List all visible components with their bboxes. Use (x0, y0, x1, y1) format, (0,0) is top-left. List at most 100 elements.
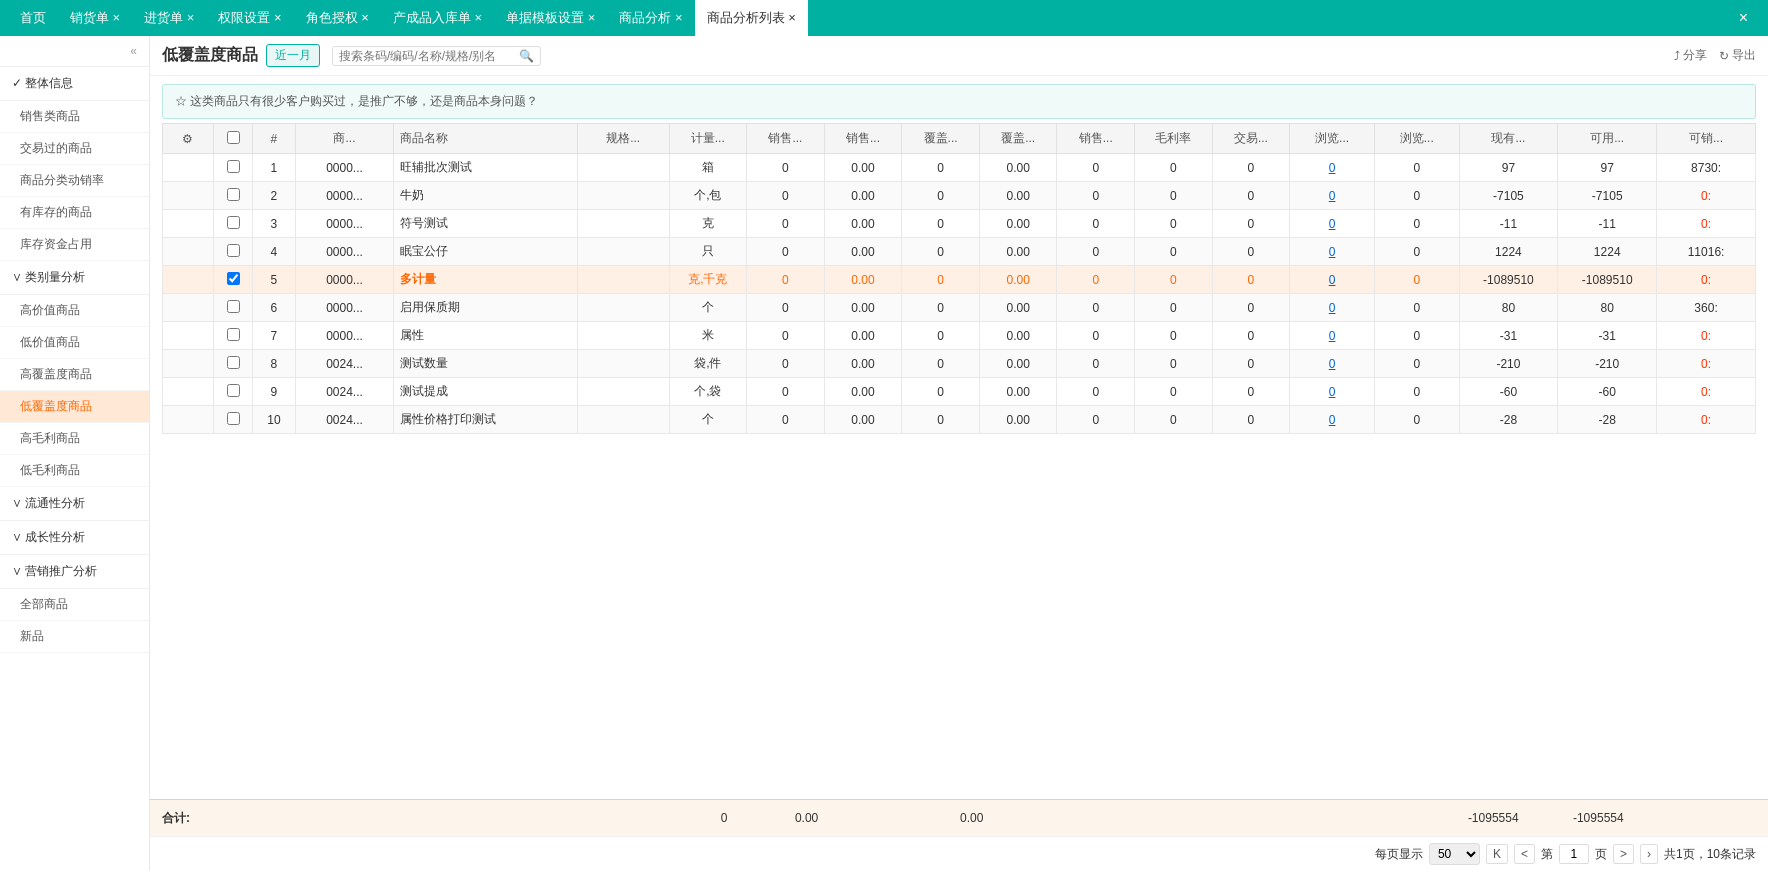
page-label: 第 (1541, 846, 1553, 863)
cell-check[interactable] (213, 294, 253, 322)
share-button[interactable]: ⤴ 分享 (1674, 47, 1707, 64)
sidebar-group-flow[interactable]: ∨ 流通性分析 (0, 487, 149, 521)
sidebar-item-all-goods[interactable]: 全部商品 (0, 589, 149, 621)
cell-stock1: -1089510 (1459, 266, 1558, 294)
prev-page-button[interactable]: < (1514, 844, 1535, 864)
sidebar-item-category-rate[interactable]: 商品分类动销率 (0, 165, 149, 197)
sidebar-item-new-goods[interactable]: 新品 (0, 621, 149, 653)
view1-link[interactable]: 0 (1329, 245, 1336, 259)
cell-profit: 0 (1135, 266, 1213, 294)
sidebar-item-high-value[interactable]: 高价值商品 (0, 295, 149, 327)
nav-sales[interactable]: 销货单 × (58, 0, 132, 36)
row-checkbox[interactable] (227, 244, 240, 257)
nav-purchase[interactable]: 进货单 × (132, 0, 206, 36)
cell-view1[interactable]: 0 (1290, 322, 1375, 350)
cell-profit: 0 (1135, 210, 1213, 238)
cell-name: 符号测试 (394, 210, 577, 238)
cell-check[interactable] (213, 378, 253, 406)
nav-analysis[interactable]: 商品分析 × (607, 0, 694, 36)
sidebar-collapse-button[interactable]: « (0, 36, 149, 67)
nav-roles[interactable]: 角色授权 × (294, 0, 381, 36)
sidebar-item-stocked-goods[interactable]: 有库存的商品 (0, 197, 149, 229)
sidebar-item-low-coverage[interactable]: 低覆盖度商品 (0, 391, 149, 423)
nav-permissions[interactable]: 权限设置 × (206, 0, 293, 36)
cell-spec (577, 294, 669, 322)
cell-check[interactable] (213, 350, 253, 378)
nav-home[interactable]: 首页 (8, 0, 58, 36)
view1-link[interactable]: 0 (1329, 217, 1336, 231)
cell-check[interactable] (213, 322, 253, 350)
row-checkbox[interactable] (227, 300, 240, 313)
close-button[interactable]: × (1727, 9, 1760, 27)
nav-products[interactable]: 产成品入库单 × (381, 0, 494, 36)
sidebar-group-growth[interactable]: ∨ 成长性分析 (0, 521, 149, 555)
cell-num: 9 (253, 378, 295, 406)
cell-check[interactable] (213, 238, 253, 266)
cell-check[interactable] (213, 154, 253, 182)
sidebar-group-general[interactable]: ✓ 整体信息 (0, 67, 149, 101)
select-all-checkbox[interactable] (227, 131, 240, 144)
first-page-button[interactable]: K (1486, 844, 1508, 864)
date-filter-button[interactable]: 近一月 (266, 44, 320, 67)
cell-view1[interactable]: 0 (1290, 294, 1375, 322)
view1-link[interactable]: 0 (1329, 413, 1336, 427)
sidebar-item-stock-capital[interactable]: 库存资金占用 (0, 229, 149, 261)
nav-templates[interactable]: 单据模板设置 × (494, 0, 607, 36)
cell-code: 0000... (295, 266, 394, 294)
row-checkbox[interactable] (227, 272, 240, 285)
sidebar-group-category[interactable]: ∨ 类别量分析 (0, 261, 149, 295)
page-size-select[interactable]: 50 100 200 (1429, 843, 1480, 865)
cell-view1[interactable]: 0 (1290, 182, 1375, 210)
cell-cov1: 0 (902, 238, 980, 266)
settings-icon[interactable]: ⚙ (182, 132, 193, 146)
cell-view1[interactable]: 0 (1290, 238, 1375, 266)
cell-check[interactable] (213, 210, 253, 238)
nav-analysis-list[interactable]: 商品分析列表 × (695, 0, 808, 36)
th-settings[interactable]: ⚙ (163, 124, 214, 154)
view1-link[interactable]: 0 (1329, 189, 1336, 203)
sidebar-group-marketing[interactable]: ∨ 营销推广分析 (0, 555, 149, 589)
view1-link[interactable]: 0 (1329, 385, 1336, 399)
total-table: 0 0.00 0.00 -1095554 -1095554 (198, 806, 1756, 830)
cell-view1[interactable]: 0 (1290, 378, 1375, 406)
sidebar-item-traded-goods[interactable]: 交易过的商品 (0, 133, 149, 165)
view1-link[interactable]: 0 (1329, 329, 1336, 343)
sidebar-item-high-profit[interactable]: 高毛利商品 (0, 423, 149, 455)
cell-check[interactable] (213, 182, 253, 210)
view1-link[interactable]: 0 (1329, 357, 1336, 371)
total-empty-v2 (1351, 806, 1441, 830)
row-checkbox[interactable] (227, 384, 240, 397)
row-checkbox[interactable] (227, 328, 240, 341)
page-number-input[interactable] (1559, 844, 1589, 864)
sidebar-item-sales-goods[interactable]: 销售类商品 (0, 101, 149, 133)
row-checkbox[interactable] (227, 412, 240, 425)
cell-unit: 个,袋 (669, 378, 747, 406)
cell-stock2: 97 (1558, 154, 1657, 182)
row-checkbox[interactable] (227, 188, 240, 201)
row-checkbox[interactable] (227, 160, 240, 173)
view1-link[interactable]: 0 (1329, 273, 1336, 287)
last-page-button[interactable]: › (1640, 844, 1658, 864)
cell-cov2: 0.00 (979, 238, 1057, 266)
cell-check[interactable] (213, 406, 253, 434)
search-input[interactable] (339, 49, 519, 63)
cell-view1[interactable]: 0 (1290, 266, 1375, 294)
cell-check[interactable] (213, 266, 253, 294)
cell-view1[interactable]: 0 (1290, 210, 1375, 238)
next-page-button[interactable]: > (1613, 844, 1634, 864)
search-icon[interactable]: 🔍 (519, 49, 534, 63)
row-checkbox[interactable] (227, 356, 240, 369)
sidebar-item-high-coverage[interactable]: 高覆盖度商品 (0, 359, 149, 391)
export-button[interactable]: ↻ 导出 (1719, 47, 1756, 64)
row-checkbox[interactable] (227, 216, 240, 229)
th-sales-amt: 销售... (824, 124, 902, 154)
sidebar-item-low-profit[interactable]: 低毛利商品 (0, 455, 149, 487)
cell-cov1: 0 (902, 322, 980, 350)
th-code: 商... (295, 124, 394, 154)
cell-view1[interactable]: 0 (1290, 406, 1375, 434)
view1-link[interactable]: 0 (1329, 301, 1336, 315)
view1-link[interactable]: 0 (1329, 161, 1336, 175)
sidebar-item-low-value[interactable]: 低价值商品 (0, 327, 149, 359)
cell-view1[interactable]: 0 (1290, 350, 1375, 378)
cell-view1[interactable]: 0 (1290, 154, 1375, 182)
